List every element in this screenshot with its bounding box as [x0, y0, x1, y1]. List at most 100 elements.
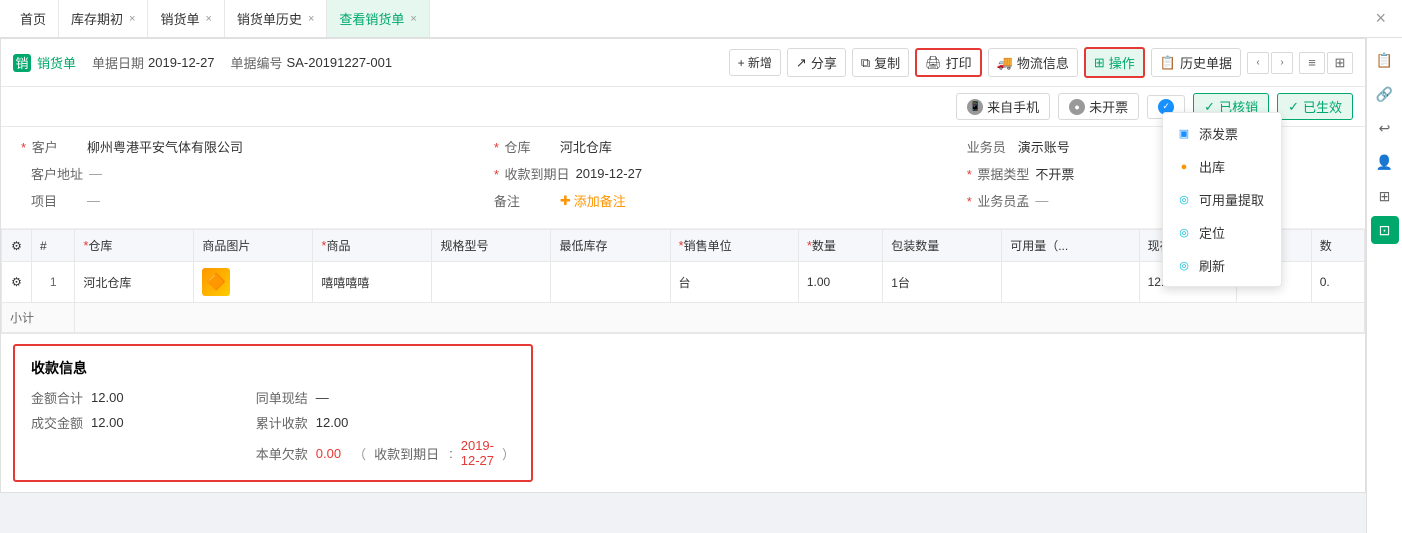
th-num: #	[32, 230, 75, 262]
sidebar-user-icon[interactable]: 👤	[1371, 148, 1399, 176]
tab-view-sales[interactable]: 查看销货单 ×	[327, 0, 429, 37]
project-field: 项目 —	[21, 191, 494, 210]
nav-prev-button[interactable]: ‹	[1247, 52, 1269, 74]
new-button[interactable]: + 新增	[729, 49, 781, 76]
refresh-icon: ◎	[1177, 259, 1191, 273]
payment-title: 收款信息	[31, 358, 515, 378]
copy-button[interactable]: ⧉ 复制	[852, 48, 909, 77]
row-product: 嘻嘻嘻嘻	[313, 262, 432, 303]
table-header-row: ⚙ # *仓库 商品图片 *商品 规格型号 最低库存 *销售单位 *数量 包装数…	[2, 230, 1365, 262]
view-list-button[interactable]: ≡	[1299, 52, 1325, 74]
row-num: 1	[32, 262, 75, 303]
row-warehouse: 河北仓库	[75, 262, 194, 303]
sidebar-link-icon[interactable]: 🔗	[1371, 80, 1399, 108]
tab-inventory[interactable]: 库存期初 ×	[59, 0, 148, 37]
doc-title-text: 销货单	[37, 53, 76, 72]
form-row-1: * 客户 柳州粤港平安气体有限公司 * 仓库 河北仓库 业务员 演示账号	[21, 137, 1345, 156]
tab-sales-history-close[interactable]: ×	[308, 13, 314, 25]
product-image: 🔶	[202, 268, 230, 296]
tab-sales-history[interactable]: 销货单历史 ×	[225, 0, 327, 37]
dropdown-refresh[interactable]: ◎ 刷新	[1163, 249, 1281, 282]
sidebar-doc-icon[interactable]: 📋	[1371, 46, 1399, 74]
plus-icon: ✚	[560, 193, 571, 209]
logistics-icon: 🚚	[997, 55, 1013, 71]
not-open-button[interactable]: ● 未开票	[1058, 93, 1139, 120]
doc-date: 单据日期 2019-12-27	[92, 53, 215, 72]
sidebar-grid-icon[interactable]: ⊞	[1371, 182, 1399, 210]
locate-icon: ◎	[1177, 226, 1191, 240]
row-unit: 台	[670, 262, 798, 303]
tab-view-sales-close[interactable]: ×	[410, 13, 416, 25]
dropdown-add-invoice[interactable]: ▣ 添发票	[1163, 117, 1281, 150]
payment-date-field: * 收款到期日 2019-12-27	[494, 164, 967, 183]
print-button[interactable]: 🖨 打印	[915, 48, 982, 77]
customer-field: * 客户 柳州粤港平安气体有限公司	[21, 137, 494, 156]
effective-button[interactable]: ✓ 已生效	[1277, 93, 1353, 120]
history-button[interactable]: 📋 历史单据	[1151, 48, 1241, 77]
share-icon: ↗	[796, 55, 807, 71]
th-unit: *销售单位	[670, 230, 798, 262]
close-all-tabs[interactable]: ×	[1367, 8, 1394, 29]
row-available	[1002, 262, 1139, 303]
staff-field: 业务员 演示账号	[967, 137, 1345, 156]
copy-icon: ⧉	[861, 55, 870, 71]
row-spec	[432, 262, 551, 303]
doc-meta: 单据日期 2019-12-27 单据编号 SA-20191227-001	[92, 53, 392, 72]
subtotal-empty	[75, 303, 1365, 333]
row-other: 0.	[1311, 262, 1364, 303]
outbound-icon: ●	[1177, 160, 1191, 174]
th-warehouse: *仓库	[75, 230, 194, 262]
payment-same-order-row: 同单现结 —	[256, 388, 515, 407]
row-gear[interactable]: ⚙	[2, 262, 32, 303]
payment-section: 收款信息 金额合计 12.00 同单现结 — 成交金额 12.00 累计收款 1…	[13, 344, 533, 482]
tab-home[interactable]: 首页	[8, 0, 59, 37]
staff2-field: * 业务员孟 —	[967, 191, 1345, 210]
tab-sales[interactable]: 销货单 ×	[148, 0, 224, 37]
not-open-icon: ●	[1069, 99, 1085, 115]
row-min-stock	[551, 262, 670, 303]
effective-check-icon: ✓	[1288, 99, 1299, 115]
th-qty: *数量	[798, 230, 882, 262]
dropdown-outbound[interactable]: ● 出库	[1163, 150, 1281, 183]
logistics-button[interactable]: 🚚 物流信息	[988, 48, 1078, 77]
tab-sales-close[interactable]: ×	[205, 13, 211, 25]
payment-deal-row: 成交金额 12.00	[31, 413, 236, 432]
share-button[interactable]: ↗ 分享	[787, 48, 846, 77]
doc-title: 销 销货单	[13, 53, 76, 72]
row-img: 🔶	[194, 262, 313, 303]
products-table: ⚙ # *仓库 商品图片 *商品 规格型号 最低库存 *销售单位 *数量 包装数…	[1, 229, 1365, 333]
th-gear: ⚙	[2, 230, 32, 262]
table-wrapper: ⚙ # *仓库 商品图片 *商品 规格型号 最低库存 *销售单位 *数量 包装数…	[1, 229, 1365, 334]
th-img: 商品图片	[194, 230, 313, 262]
payment-cumulative-row: 累计收款 12.00	[256, 413, 515, 432]
sidebar-expand-icon[interactable]: ⊡	[1371, 216, 1399, 244]
sidebar-return-icon[interactable]: ↩	[1371, 114, 1399, 142]
operation-button[interactable]: ⊞ 操作	[1084, 47, 1145, 78]
phone-icon: 📱	[967, 99, 983, 115]
available-icon: ◎	[1177, 193, 1191, 207]
ticket-field: * 票据类型 不开票	[967, 164, 1345, 183]
nav-next-button[interactable]: ›	[1271, 52, 1293, 74]
second-toolbar: 📱 来自手机 ● 未开票 ✓ ✓ 已核销 ✓ 已生效	[1, 87, 1365, 127]
th-available: 可用量（...	[1002, 230, 1139, 262]
add-note-button[interactable]: ✚ 添加备注	[560, 191, 626, 210]
view-toggle: ≡ ⊞	[1299, 52, 1353, 74]
address-field: 客户地址 —	[21, 164, 494, 183]
from-phone-button[interactable]: 📱 来自手机	[956, 93, 1050, 120]
operation-icon: ⊞	[1094, 55, 1105, 71]
table-row: ⚙ 1 河北仓库 🔶 嘻嘻嘻嘻 台 1.00 1台 12.00 0.	[2, 262, 1365, 303]
row-pkg-qty: 1台	[883, 262, 1002, 303]
history-icon: 📋	[1160, 55, 1176, 71]
dropdown-locate[interactable]: ◎ 定位	[1163, 216, 1281, 249]
th-pkg-qty: 包装数量	[883, 230, 1002, 262]
tab-inventory-close[interactable]: ×	[129, 13, 135, 25]
warehouse-field: * 仓库 河北仓库	[494, 137, 967, 156]
view-grid-button[interactable]: ⊞	[1327, 52, 1353, 74]
th-product: *商品	[313, 230, 432, 262]
doc-header: 销 销货单 单据日期 2019-12-27 单据编号 SA-20191227-0…	[1, 39, 1365, 87]
right-sidebar: 📋 🔗 ↩ 👤 ⊞ ⊡	[1366, 38, 1402, 533]
payment-amount-row: 金额合计 12.00	[31, 388, 236, 407]
tab-bar: 首页 库存期初 × 销货单 × 销货单历史 × 查看销货单 × ×	[0, 0, 1402, 38]
add-invoice-icon: ▣	[1177, 127, 1191, 141]
dropdown-available[interactable]: ◎ 可用量提取	[1163, 183, 1281, 216]
